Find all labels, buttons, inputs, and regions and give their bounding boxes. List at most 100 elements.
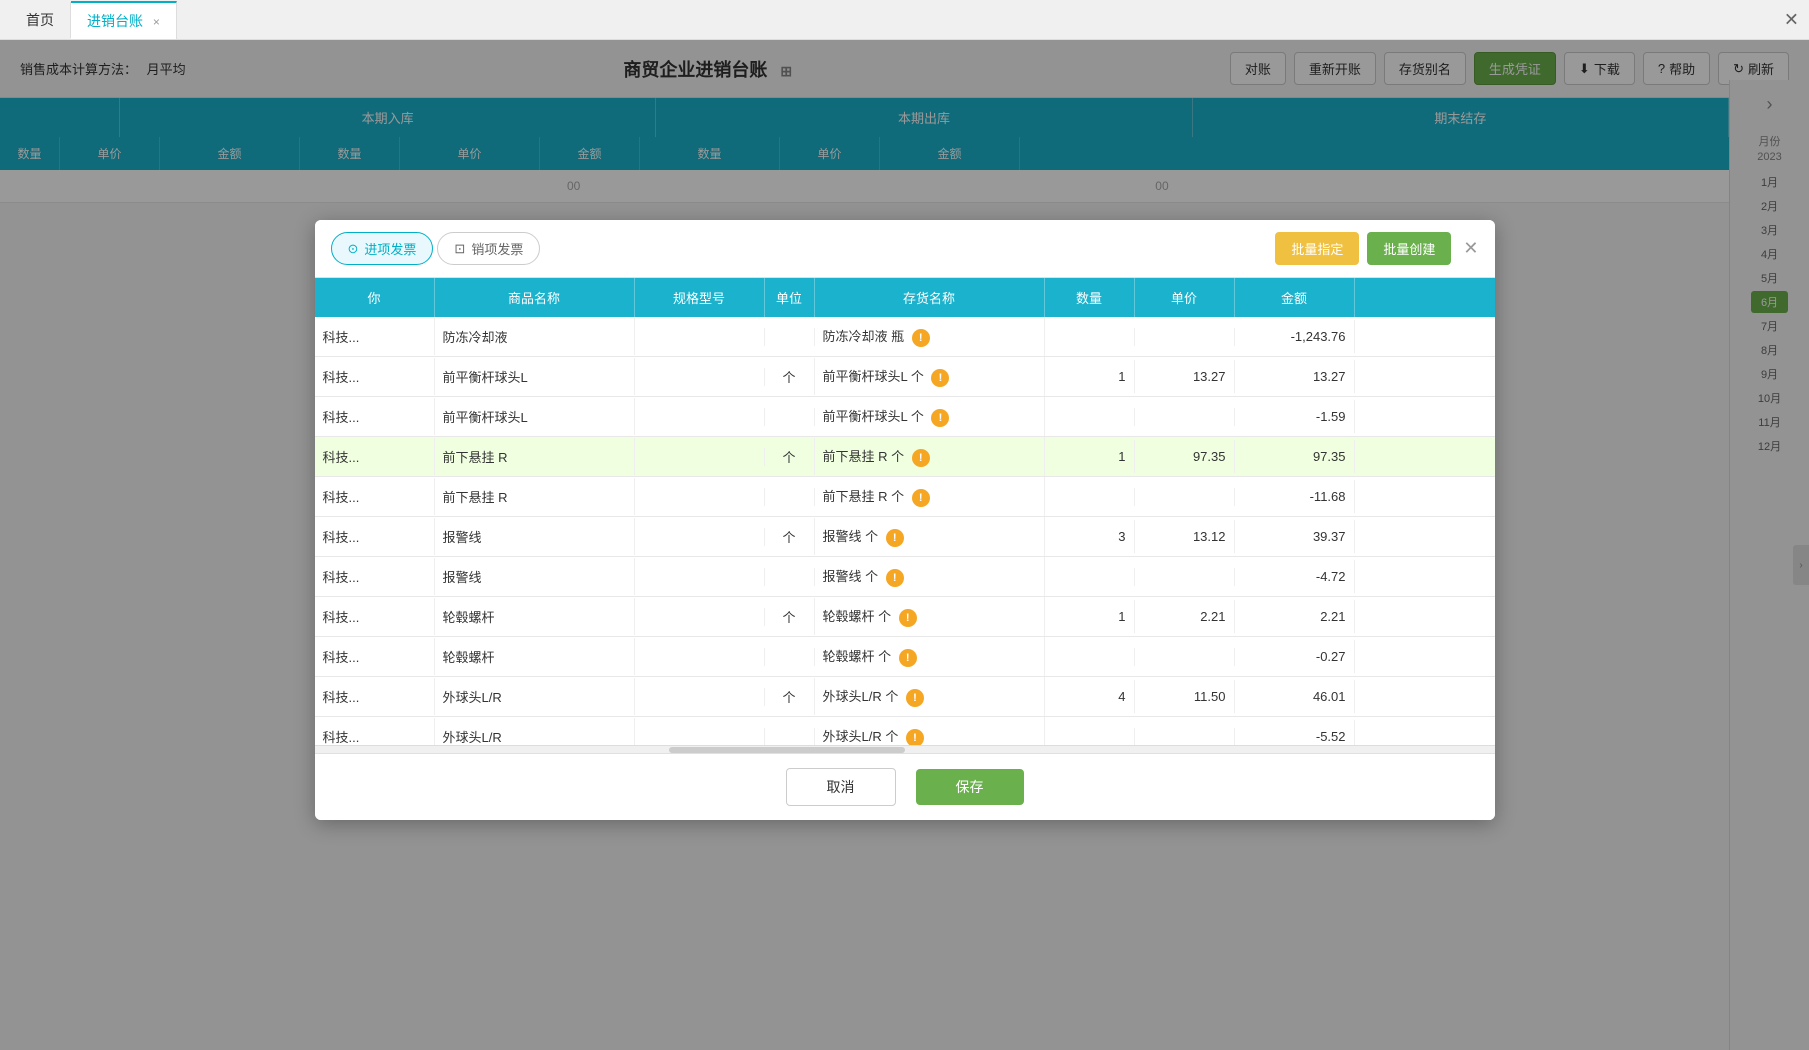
- td-qty: 1: [1045, 440, 1135, 473]
- td-qty: [1045, 328, 1135, 346]
- td-spec: [635, 368, 765, 386]
- warning-icon[interactable]: !: [886, 569, 904, 587]
- warning-icon[interactable]: !: [899, 649, 917, 667]
- batch-create-button[interactable]: 批量创建: [1367, 232, 1451, 265]
- td-inventory: 防冻冷却液 瓶 !: [815, 317, 1045, 356]
- table-header: 你 商品名称 规格型号 单位 存货名称 数量 单价 金额: [315, 278, 1495, 317]
- warning-icon[interactable]: !: [906, 729, 924, 745]
- td-inventory: 轮毂螺杆 个 !: [815, 637, 1045, 676]
- td-company: 科技...: [315, 398, 435, 435]
- warning-icon[interactable]: !: [912, 329, 930, 347]
- td-price: [1135, 568, 1235, 586]
- td-unit: 个: [765, 438, 815, 475]
- td-product: 前平衡杆球头L: [435, 398, 635, 435]
- table-row[interactable]: 科技... 外球头L/R 外球头L/R 个 ! -5.52: [315, 717, 1495, 745]
- table-row[interactable]: 科技... 防冻冷却液 防冻冷却液 瓶 ! -1,243.76: [315, 317, 1495, 357]
- tab-invoice-out[interactable]: ⊡ 销项发票: [437, 232, 540, 265]
- tab-ledger[interactable]: 进销台账 ×: [71, 1, 177, 39]
- table-row[interactable]: 科技... 报警线 个 报警线 个 ! 3 13.12 39.37: [315, 517, 1495, 557]
- warning-icon[interactable]: !: [912, 489, 930, 507]
- table-body: 科技... 防冻冷却液 防冻冷却液 瓶 ! -1,243.76: [315, 317, 1495, 745]
- table-row[interactable]: 科技... 前平衡杆球头L 前平衡杆球头L 个 ! -1.59: [315, 397, 1495, 437]
- td-spec: [635, 728, 765, 746]
- warning-icon[interactable]: !: [931, 409, 949, 427]
- modal-close-button[interactable]: ✕: [1463, 238, 1478, 259]
- scrollbar-thumb[interactable]: [669, 747, 905, 753]
- save-button[interactable]: 保存: [916, 769, 1024, 805]
- tab-close-icon[interactable]: ×: [153, 15, 160, 29]
- th-unit: 单位: [765, 278, 815, 317]
- table-row[interactable]: 科技... 外球头L/R 个 外球头L/R 个 ! 4 11.50 46.01: [315, 677, 1495, 717]
- td-price: [1135, 728, 1235, 746]
- td-company: 科技...: [315, 518, 435, 555]
- td-inventory: 报警线 个 !: [815, 557, 1045, 596]
- td-unit: [765, 408, 815, 426]
- td-unit: 个: [765, 598, 815, 635]
- td-product: 防冻冷却液: [435, 318, 635, 355]
- modal-dialog: ⊙ 进项发票 ⊡ 销项发票 批量指定 批量创建 ✕ 你: [315, 220, 1495, 820]
- cancel-button[interactable]: 取消: [786, 768, 896, 806]
- td-unit: 个: [765, 678, 815, 715]
- td-amount: 46.01: [1235, 680, 1355, 713]
- tab-invoice-in[interactable]: ⊙ 进项发票: [331, 232, 434, 265]
- table-row[interactable]: 科技... 前平衡杆球头L 个 前平衡杆球头L 个 ! 1 13.27 13.2…: [315, 357, 1495, 397]
- window-close-button[interactable]: ✕: [1784, 9, 1799, 30]
- td-product: 报警线: [435, 518, 635, 555]
- td-price: [1135, 648, 1235, 666]
- td-inventory: 前平衡杆球头L 个 !: [815, 397, 1045, 436]
- table-row[interactable]: 科技... 前下悬挂 R 个 前下悬挂 R 个 ! 1 97.35 97.35: [315, 437, 1495, 477]
- tab-bar: 首页 进销台账 × ✕: [0, 0, 1809, 40]
- table-row[interactable]: 科技... 报警线 报警线 个 ! -4.72: [315, 557, 1495, 597]
- td-product: 轮毂螺杆: [435, 598, 635, 635]
- td-product: 前下悬挂 R: [435, 478, 635, 515]
- table-row[interactable]: 科技... 轮毂螺杆 轮毂螺杆 个 ! -0.27: [315, 637, 1495, 677]
- th-inventory-name: 存货名称: [815, 278, 1045, 317]
- table-row[interactable]: 科技... 前下悬挂 R 前下悬挂 R 个 ! -11.68: [315, 477, 1495, 517]
- td-qty: [1045, 488, 1135, 506]
- td-spec: [635, 408, 765, 426]
- th-product-name: 商品名称: [435, 278, 635, 317]
- modal-header-actions: 批量指定 批量创建: [1275, 232, 1451, 265]
- td-qty: [1045, 728, 1135, 746]
- td-price: 13.12: [1135, 520, 1235, 553]
- td-spec: [635, 528, 765, 546]
- main-content: 销售成本计算方法： 月平均 商贸企业进销台账 ⊞ 对账 重新开账 存货别名 生成…: [0, 40, 1809, 1050]
- warning-icon[interactable]: !: [906, 689, 924, 707]
- td-unit: 个: [765, 358, 815, 395]
- th-spec: 规格型号: [635, 278, 765, 317]
- td-amount: -5.52: [1235, 720, 1355, 745]
- td-product: 轮毂螺杆: [435, 638, 635, 675]
- td-spec: [635, 488, 765, 506]
- td-inventory: 外球头L/R 个 !: [815, 677, 1045, 716]
- td-unit: [765, 728, 815, 746]
- td-qty: 3: [1045, 520, 1135, 553]
- td-company: 科技...: [315, 358, 435, 395]
- batch-assign-button[interactable]: 批量指定: [1275, 232, 1359, 265]
- warning-icon[interactable]: !: [899, 609, 917, 627]
- td-price: [1135, 408, 1235, 426]
- tab-home[interactable]: 首页: [10, 2, 71, 38]
- modal-table: 你 商品名称 规格型号 单位 存货名称 数量 单价 金额 科技... 防冻冷却液: [315, 278, 1495, 753]
- td-amount: -0.27: [1235, 640, 1355, 673]
- th-unit-price: 单价: [1135, 278, 1235, 317]
- warning-icon[interactable]: !: [912, 449, 930, 467]
- horizontal-scrollbar[interactable]: [315, 745, 1495, 753]
- td-company: 科技...: [315, 598, 435, 635]
- td-product: 外球头L/R: [435, 678, 635, 715]
- warning-icon[interactable]: !: [931, 369, 949, 387]
- td-unit: [765, 648, 815, 666]
- td-qty: 4: [1045, 680, 1135, 713]
- warning-icon[interactable]: !: [886, 529, 904, 547]
- td-company: 科技...: [315, 718, 435, 745]
- td-amount: -1.59: [1235, 400, 1355, 433]
- td-unit: 个: [765, 518, 815, 555]
- invoice-in-icon: ⊙: [348, 241, 359, 257]
- th-amount: 金额: [1235, 278, 1355, 317]
- th-qty: 数量: [1045, 278, 1135, 317]
- td-inventory: 报警线 个 !: [815, 517, 1045, 556]
- td-company: 科技...: [315, 558, 435, 595]
- td-price: [1135, 328, 1235, 346]
- table-row[interactable]: 科技... 轮毂螺杆 个 轮毂螺杆 个 ! 1 2.21 2.21: [315, 597, 1495, 637]
- modal-header: ⊙ 进项发票 ⊡ 销项发票 批量指定 批量创建 ✕: [315, 220, 1495, 278]
- modal-overlay: ⊙ 进项发票 ⊡ 销项发票 批量指定 批量创建 ✕ 你: [0, 40, 1809, 1050]
